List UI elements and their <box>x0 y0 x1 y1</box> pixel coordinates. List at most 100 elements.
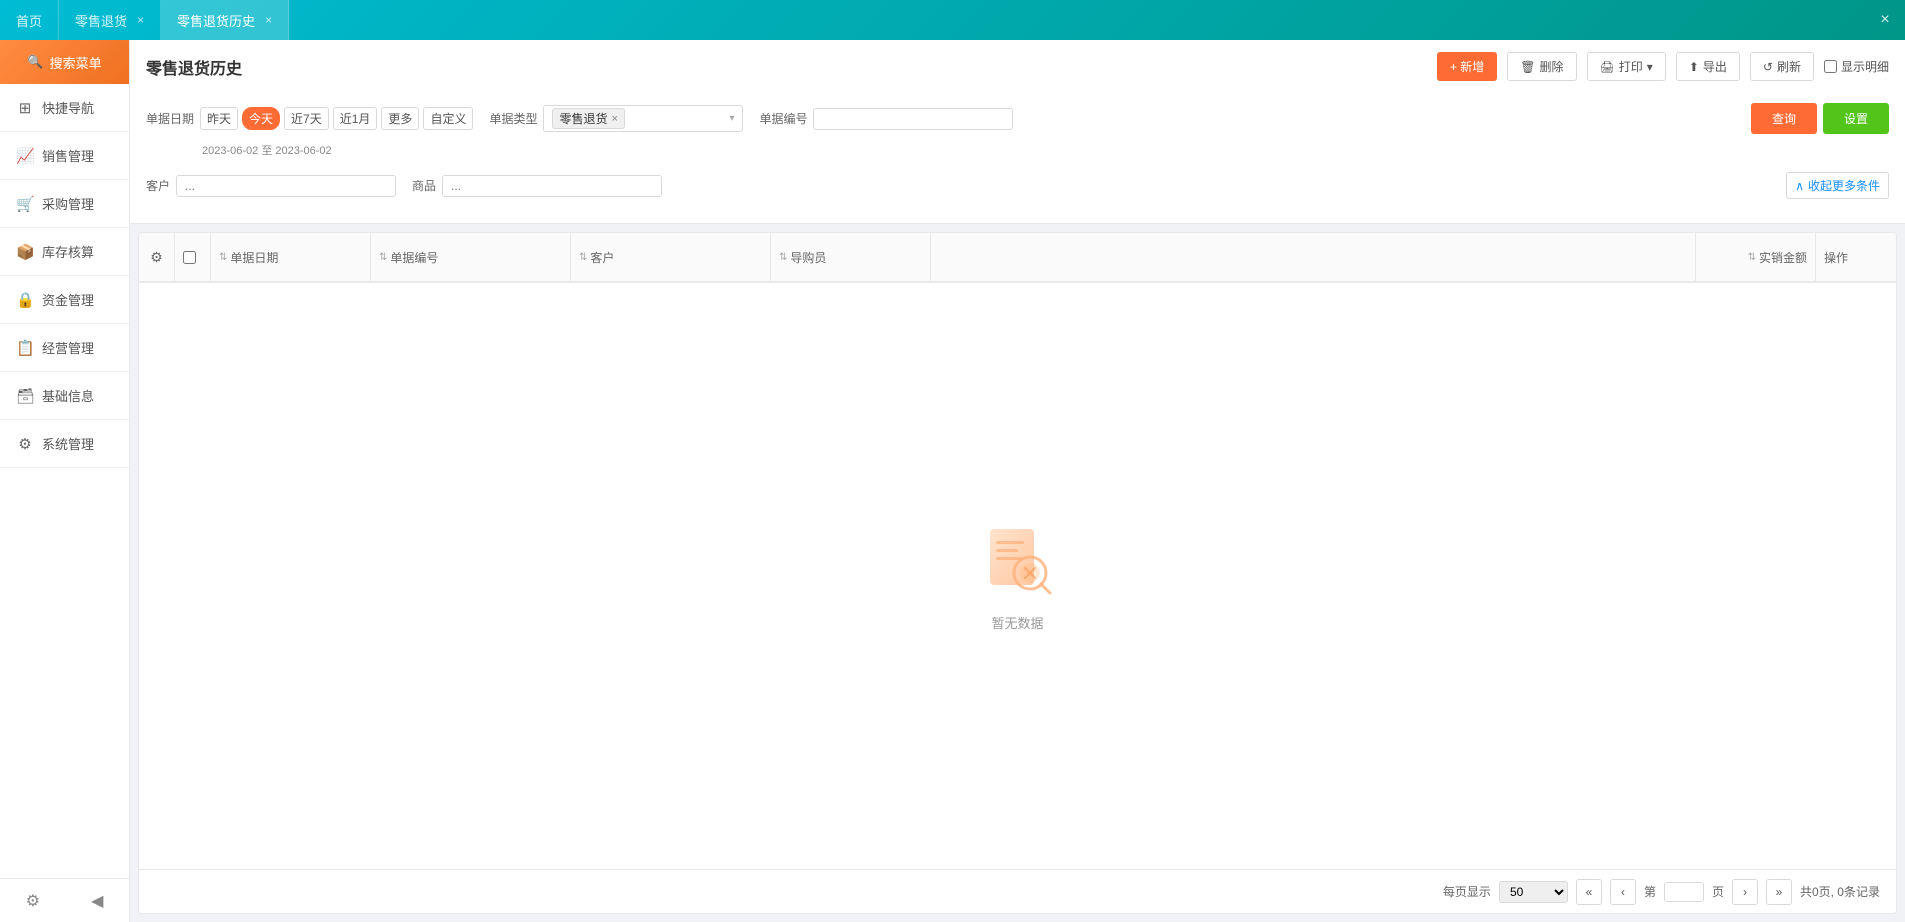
delete-button[interactable]: 🗑 删除 <box>1507 52 1576 81</box>
sidebar-item-quick-nav-label: 快捷导航 <box>42 98 94 117</box>
settings-bottom-button[interactable]: ⚙ <box>26 891 40 911</box>
th-action-label: 操作 <box>1824 249 1848 266</box>
tab-retail-return-history[interactable]: 零售退货历史 × <box>161 0 289 40</box>
collapse-button[interactable]: ∧ 收起更多条件 <box>1786 172 1889 199</box>
date-filter: 单据日期 昨天 今天 近7天 近1月 更多 自定义 <box>146 107 473 130</box>
sidebar-item-purchase-label: 采购管理 <box>42 194 94 213</box>
sidebar-bottom: ⚙ ◀ <box>0 878 129 922</box>
sales-icon: 📈 <box>16 147 34 165</box>
per-page-select[interactable]: 10 20 50 100 <box>1499 881 1568 903</box>
date-btn-7days[interactable]: 近7天 <box>284 107 329 130</box>
show-detail-input[interactable] <box>1824 60 1837 73</box>
pagination: 每页显示 10 20 50 100 « ‹ 第 1 页 › <box>139 869 1896 913</box>
customer-filter: 客户 <box>146 175 396 197</box>
settings-button[interactable]: 设置 <box>1823 103 1889 134</box>
voucher-type-tag: 零售退货 × <box>552 108 624 129</box>
page-title-row: 零售退货历史 + 新增 🗑 删除 🖨 打印 ▾ ⬆ <box>146 52 1889 81</box>
total-info: 共0页, 0条记录 <box>1800 883 1880 900</box>
date-btn-yesterday[interactable]: 昨天 <box>200 107 238 130</box>
page-title: 零售退货历史 <box>146 55 242 79</box>
sidebar-item-sales-mgmt[interactable]: 📈 销售管理 <box>0 132 129 180</box>
query-button-label: 查询 <box>1772 110 1796 127</box>
sidebar-search[interactable]: 🔍 搜索菜单 <box>0 40 129 84</box>
new-button[interactable]: + 新增 <box>1437 52 1497 81</box>
date-btn-today[interactable]: 今天 <box>242 107 280 130</box>
filter-area: 单据日期 昨天 今天 近7天 近1月 更多 自定义 单据类型 <box>146 93 1889 223</box>
select-all-checkbox[interactable] <box>183 251 196 264</box>
th-guide[interactable]: ⇅ 导购员 <box>771 233 931 281</box>
table-header: ⚙ ⇅ 单据日期 ⇅ 单据编号 ⇅ 客户 ⇅ <box>139 233 1896 283</box>
th-no[interactable]: ⇅ 单据编号 <box>371 233 571 281</box>
voucher-type-arrow-icon: ▾ <box>729 113 734 124</box>
page-word: 第 <box>1644 883 1656 900</box>
sidebar-item-quick-nav[interactable]: ⊞ 快捷导航 <box>0 84 129 132</box>
sort-icon-customer: ⇅ <box>579 252 587 263</box>
quick-nav-icon: ⊞ <box>16 99 34 117</box>
date-range-row: 2023-06-02 至 2023-06-02 <box>202 142 1889 158</box>
customer-label: 客户 <box>146 177 170 194</box>
date-btn-more[interactable]: 更多 <box>381 107 419 130</box>
column-settings-button[interactable]: ⚙ <box>147 243 166 271</box>
voucher-type-tag-text: 零售退货 <box>559 110 607 127</box>
voucher-type-select[interactable]: 零售退货 × ▾ <box>543 105 743 132</box>
tab-retail-return-history-close[interactable]: × <box>265 13 272 27</box>
prev-page-button[interactable]: ‹ <box>1610 879 1636 905</box>
sort-icon-amount: ⇅ <box>1748 252 1756 263</box>
top-bar: 首页 零售退货 × 零售退货历史 × × <box>0 0 1905 40</box>
next-page-icon: › <box>1743 885 1747 899</box>
goods-input[interactable] <box>442 175 662 197</box>
tab-retail-return-label: 零售退货 <box>75 11 127 30</box>
print-button[interactable]: 🖨 打印 ▾ <box>1587 52 1666 81</box>
goods-filter: 商品 <box>412 175 662 197</box>
action-buttons: 查询 设置 <box>1751 103 1889 134</box>
refresh-button-label: 刷新 <box>1777 58 1801 75</box>
tab-home[interactable]: 首页 <box>0 0 59 40</box>
tab-retail-return-close[interactable]: × <box>137 13 144 27</box>
tab-retail-return[interactable]: 零售退货 × <box>59 0 161 40</box>
refresh-button[interactable]: ↺ 刷新 <box>1750 52 1814 81</box>
sort-icon-date: ⇅ <box>219 252 227 263</box>
export-icon: ⬆ <box>1689 60 1699 74</box>
collapse-sidebar-button[interactable]: ◀ <box>91 891 103 911</box>
export-button[interactable]: ⬆ 导出 <box>1676 52 1740 81</box>
sidebar-item-basic-info[interactable]: 🗃 基础信息 <box>0 372 129 420</box>
query-button[interactable]: 查询 <box>1751 103 1817 134</box>
system-icon: ⚙ <box>16 435 34 453</box>
sidebar-item-inventory[interactable]: 📦 库存核算 <box>0 228 129 276</box>
first-page-button[interactable]: « <box>1576 879 1602 905</box>
empty-state: 暂无数据 <box>938 481 1098 672</box>
th-guide-label: 导购员 <box>790 249 826 266</box>
date-buttons: 昨天 今天 近7天 近1月 更多 自定义 <box>200 107 473 130</box>
last-page-button[interactable]: » <box>1766 879 1792 905</box>
voucher-type-filter: 单据类型 零售退货 × ▾ <box>489 105 743 132</box>
sidebar-item-finance[interactable]: 🔒 资金管理 <box>0 276 129 324</box>
th-amount-label: 实销金额 <box>1759 249 1807 266</box>
sidebar-item-system-mgmt[interactable]: ⚙ 系统管理 <box>0 420 129 468</box>
th-customer-label: 客户 <box>590 249 614 266</box>
th-amount[interactable]: ⇅ 实销金额 <box>1696 233 1816 281</box>
sidebar-item-operations[interactable]: 📋 经营管理 <box>0 324 129 372</box>
th-settings: ⚙ <box>139 233 175 281</box>
operations-icon: 📋 <box>16 339 34 357</box>
show-detail-checkbox[interactable]: 显示明细 <box>1824 58 1889 75</box>
print-icon: 🖨 <box>1600 60 1615 74</box>
customer-input[interactable] <box>176 175 396 197</box>
date-filter-label: 单据日期 <box>146 110 194 127</box>
th-date[interactable]: ⇅ 单据日期 <box>211 233 371 281</box>
tab-list: 首页 零售退货 × 零售退货历史 × <box>0 0 1865 40</box>
sidebar-item-purchase-mgmt[interactable]: 🛒 采购管理 <box>0 180 129 228</box>
date-btn-1month[interactable]: 近1月 <box>333 107 378 130</box>
next-page-button[interactable]: › <box>1732 879 1758 905</box>
delete-button-label: 删除 <box>1540 58 1564 75</box>
th-customer[interactable]: ⇅ 客户 <box>571 233 771 281</box>
voucher-type-tag-close[interactable]: × <box>611 113 617 125</box>
collapse-icon: ∧ <box>1795 179 1804 193</box>
voucher-no-input[interactable] <box>813 108 1013 130</box>
current-page-input[interactable]: 1 <box>1664 882 1704 902</box>
th-no-label: 单据编号 <box>390 249 438 266</box>
search-icon: 🔍 <box>27 54 43 70</box>
window-close-button[interactable]: × <box>1865 0 1905 40</box>
collapse-label: 收起更多条件 <box>1808 177 1880 194</box>
date-btn-custom[interactable]: 自定义 <box>423 107 473 130</box>
sidebar-search-label: 搜索菜单 <box>50 53 102 72</box>
